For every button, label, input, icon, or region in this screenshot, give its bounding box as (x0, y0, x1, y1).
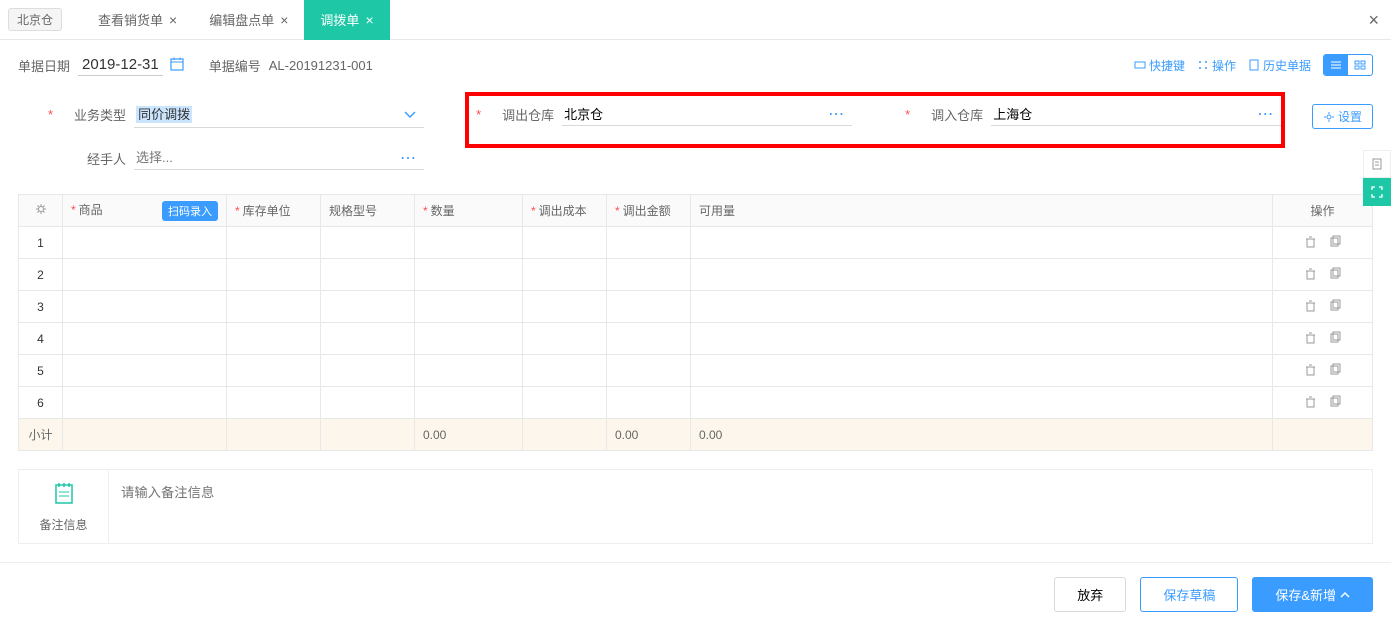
doc-no-label: 单据编号 (209, 56, 261, 75)
col-cost: 调出成本 (539, 204, 587, 218)
tab-label: 编辑盘点单 (209, 10, 274, 29)
copy-icon[interactable] (1328, 397, 1341, 411)
more-icon[interactable]: ⋯ (1257, 104, 1274, 124)
subtotal-avail: 0.00 (691, 419, 1273, 451)
chevron-up-icon (1340, 592, 1350, 598)
tab-edit-check[interactable]: 编辑盘点单 × (193, 0, 304, 40)
warehouse-badge[interactable]: 北京仓 (8, 8, 62, 31)
view-toggle (1323, 54, 1373, 76)
col-ops: 操作 (1310, 204, 1334, 218)
side-tools (1363, 150, 1391, 206)
copy-icon[interactable] (1328, 269, 1341, 283)
row-index: 4 (19, 323, 63, 355)
row-index: 3 (19, 291, 63, 323)
required-mark: * (905, 107, 910, 122)
biz-type-select[interactable]: 同价调拨 (134, 100, 424, 128)
close-icon[interactable]: × (365, 12, 373, 28)
in-warehouse-label: 调入仓库 (913, 105, 983, 124)
copy-icon[interactable] (1328, 365, 1341, 379)
in-warehouse-input[interactable] (991, 102, 1281, 126)
list-view-button[interactable] (1324, 55, 1348, 75)
col-amount: 调出金额 (623, 204, 671, 218)
save-draft-button[interactable]: 保存草稿 (1140, 577, 1238, 612)
required-mark: * (48, 107, 53, 122)
shortcut-link[interactable]: 快捷键 (1134, 57, 1185, 74)
more-icon[interactable]: ⋯ (400, 148, 417, 168)
delete-icon[interactable] (1304, 237, 1317, 251)
delete-icon[interactable] (1304, 397, 1317, 411)
tab-bar: 北京仓 查看销货单 × 编辑盘点单 × 调拨单 × × (0, 0, 1391, 40)
history-link[interactable]: 历史单据 (1248, 57, 1311, 74)
delete-icon[interactable] (1304, 301, 1317, 315)
copy-icon[interactable] (1328, 333, 1341, 347)
table-row[interactable]: 4 (19, 323, 1373, 355)
delete-icon[interactable] (1304, 333, 1317, 347)
settings-button[interactable]: 设置 (1312, 104, 1373, 129)
tab-label: 调拨单 (320, 10, 359, 29)
biz-type-label: 业务类型 (56, 105, 126, 124)
table-row[interactable]: 3 (19, 291, 1373, 323)
close-icon[interactable]: × (169, 12, 177, 28)
remark-input[interactable] (109, 470, 1372, 543)
remark-label: 备注信息 (39, 516, 87, 533)
handler-input[interactable] (134, 146, 424, 170)
out-warehouse-input[interactable] (562, 102, 852, 126)
footer-actions: 放弃 保存草稿 保存&新增 (0, 562, 1391, 626)
form-section: * 业务类型 同价调拨 * 调出仓库 ⋯ * 调入仓库 ⋯ 经手人 ⋯ (0, 90, 1391, 194)
col-qty: 数量 (431, 204, 455, 218)
copy-icon[interactable] (1328, 237, 1341, 251)
col-unit: 库存单位 (243, 204, 291, 218)
more-icon[interactable]: ⋯ (828, 104, 845, 124)
tab-label: 查看销货单 (98, 10, 163, 29)
note-icon (51, 480, 77, 512)
table-row[interactable]: 2 (19, 259, 1373, 291)
col-avail: 可用量 (699, 204, 735, 218)
document-icon (1248, 59, 1260, 71)
remark-section: 备注信息 (18, 469, 1373, 544)
col-product: 商品 (79, 203, 103, 217)
row-index: 1 (19, 227, 63, 259)
abandon-button[interactable]: 放弃 (1054, 577, 1126, 612)
row-index: 5 (19, 355, 63, 387)
delete-icon[interactable] (1304, 365, 1317, 379)
copy-icon[interactable] (1328, 301, 1341, 315)
doc-no-value: AL-20191231-001 (269, 58, 373, 73)
required-mark: * (476, 107, 481, 122)
gear-icon (1323, 111, 1335, 123)
col-spec: 规格型号 (329, 204, 377, 218)
document-header: 单据日期 2019-12-31 单据编号 AL-20191231-001 快捷键… (0, 40, 1391, 90)
calendar-icon[interactable] (169, 56, 185, 75)
line-items-table: *商品扫码录入 *库存单位 规格型号 *数量 *调出成本 *调出金额 可用量 操… (0, 194, 1391, 451)
grid-icon (1197, 59, 1209, 71)
handler-label: 经手人 (56, 149, 126, 168)
date-label: 单据日期 (18, 56, 70, 75)
keyboard-icon (1134, 59, 1146, 71)
close-icon[interactable]: × (1368, 10, 1379, 31)
table-row[interactable]: 5 (19, 355, 1373, 387)
delete-icon[interactable] (1304, 269, 1317, 283)
doc-tool-button[interactable] (1363, 150, 1391, 178)
table-row[interactable]: 1 (19, 227, 1373, 259)
subtotal-qty: 0.00 (415, 419, 523, 451)
operate-link[interactable]: 操作 (1197, 57, 1236, 74)
tab-view-sales[interactable]: 查看销货单 × (82, 0, 193, 40)
scan-badge[interactable]: 扫码录入 (162, 201, 218, 221)
date-value[interactable]: 2019-12-31 (78, 54, 163, 76)
row-index: 2 (19, 259, 63, 291)
out-warehouse-label: 调出仓库 (484, 105, 554, 124)
row-index: 6 (19, 387, 63, 419)
grid-view-button[interactable] (1348, 55, 1372, 75)
subtotal-amount: 0.00 (607, 419, 691, 451)
tab-transfer[interactable]: 调拨单 × (304, 0, 389, 40)
subtotal-label: 小计 (19, 419, 63, 451)
expand-tool-button[interactable] (1363, 178, 1391, 206)
save-new-button[interactable]: 保存&新增 (1252, 577, 1373, 612)
table-row[interactable]: 6 (19, 387, 1373, 419)
gear-icon[interactable] (34, 205, 48, 219)
close-icon[interactable]: × (280, 12, 288, 28)
